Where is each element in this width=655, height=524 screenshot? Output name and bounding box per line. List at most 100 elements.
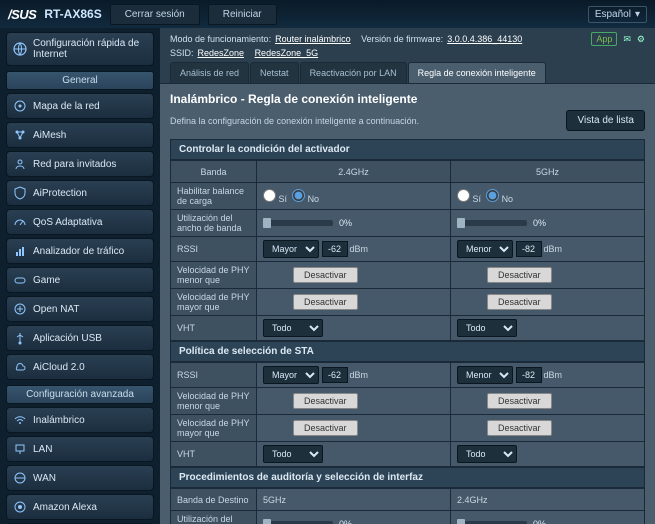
app-link[interactable]: App <box>591 32 617 46</box>
row-vht-label: VHT <box>171 316 257 341</box>
tab-bar: Análisis de red Netstat Reactivación por… <box>160 62 655 84</box>
page-description: Defina la configuración de conexión inte… <box>170 116 419 126</box>
sidebar-section-general: General <box>6 71 154 90</box>
audit-bw-value-24: 0% <box>339 519 352 524</box>
language-selector[interactable]: Español ▾ <box>588 6 647 23</box>
row-phymax2-label: Velocidad de PHY mayor que <box>171 415 257 442</box>
rssi-op-5[interactable]: Menor que <box>457 240 513 258</box>
vht-5-select[interactable]: Todo <box>457 319 517 337</box>
usb-icon <box>13 331 27 345</box>
bw-slider-5[interactable] <box>457 220 527 226</box>
sidebar-item-aicloud[interactable]: AiCloud 2.0 <box>6 354 154 380</box>
row-phymin2-label: Velocidad de PHY menor que <box>171 388 257 415</box>
sidebar-item-usb[interactable]: Aplicación USB <box>6 325 154 351</box>
sidebar: Configuración rápida de Internet General… <box>0 28 160 524</box>
tab-netstat[interactable]: Netstat <box>250 62 299 83</box>
bw-slider-24[interactable] <box>263 220 333 226</box>
sta-rssi-op-24[interactable]: Mayor que <box>263 366 319 384</box>
cloud-icon <box>13 360 27 374</box>
info-bar: Modo de funcionamiento: Router inalámbri… <box>160 28 655 62</box>
map-icon <box>13 99 27 113</box>
row-bw-label: Utilización del ancho de banda <box>171 210 257 237</box>
sidebar-item-opennat[interactable]: Open NAT <box>6 296 154 322</box>
reboot-button[interactable]: Reiniciar <box>208 4 277 25</box>
bw-value-5: 0% <box>533 218 546 228</box>
sidebar-item-label: AiMesh <box>33 130 66 141</box>
audit-bw-value-5: 0% <box>533 519 546 524</box>
phymax-24-button[interactable]: Desactivar <box>293 294 358 310</box>
settings-panel: Inalámbrico - Regla de conexión intelige… <box>160 84 655 524</box>
guest-icon <box>13 157 27 171</box>
sidebar-item-alexa[interactable]: Amazon Alexa <box>6 494 154 520</box>
sta-rssi-val-5[interactable] <box>516 367 542 383</box>
sta-rssi-op-5[interactable]: Menor que <box>457 366 513 384</box>
loadbal-5-no[interactable]: No <box>486 194 513 204</box>
sta-phymin-5-button[interactable]: Desactivar <box>487 393 552 409</box>
sidebar-item-wan[interactable]: WAN <box>6 465 154 491</box>
rssi-val-5[interactable] <box>516 241 542 257</box>
section-trigger-condition: Controlar la condición del activador <box>170 139 645 160</box>
rssi-op-24[interactable]: Mayor que <box>263 240 319 258</box>
sidebar-item-wireless[interactable]: Inalámbrico <box>6 407 154 433</box>
phymin-5-button[interactable]: Desactivar <box>487 267 552 283</box>
tools-icon[interactable]: ⚙ <box>637 34 645 45</box>
vht-24-select[interactable]: Todo <box>263 319 323 337</box>
col-24ghz: 2.4GHz <box>257 161 451 183</box>
tab-smart-connect[interactable]: Regla de conexión inteligente <box>408 62 546 83</box>
loadbal-5-yes[interactable]: Sí <box>457 194 481 204</box>
sidebar-item-label: Open NAT <box>33 304 80 315</box>
ssid-1[interactable]: RedesZone <box>198 48 245 58</box>
rssi-val-24[interactable] <box>322 241 348 257</box>
mode-value-link[interactable]: Router inalámbrico <box>275 34 351 44</box>
sidebar-item-network-map[interactable]: Mapa de la red <box>6 93 154 119</box>
tab-wol[interactable]: Reactivación por LAN <box>300 62 407 83</box>
sidebar-item-quick-setup[interactable]: Configuración rápida de Internet <box>6 32 154 66</box>
sidebar-item-label: Aplicación USB <box>33 333 102 344</box>
logout-button[interactable]: Cerrar sesión <box>110 4 200 25</box>
list-view-button[interactable]: Vista de lista <box>566 110 645 131</box>
sidebar-item-game[interactable]: Game <box>6 267 154 293</box>
wifi-icon <box>13 413 27 427</box>
sidebar-item-label: Configuración rápida de Internet <box>33 38 147 60</box>
sta-table: RSSI Mayor que dBm Menor que dBm Velocid… <box>170 362 645 467</box>
audit-table: Banda de Destino5GHz2.4GHz Utilización d… <box>170 488 645 524</box>
sidebar-item-lan[interactable]: LAN <box>6 436 154 462</box>
sidebar-item-label: Game <box>33 275 60 286</box>
sidebar-section-advanced: Configuración avanzada <box>6 385 154 404</box>
row-band-label: Banda <box>171 161 257 183</box>
firmware-value-link[interactable]: 3.0.0.4.386_44130 <box>447 34 522 44</box>
sidebar-item-qos[interactable]: QoS Adaptativa <box>6 209 154 235</box>
row-rssi-label: RSSI <box>171 237 257 262</box>
destband-5: 2.4GHz <box>451 489 645 511</box>
sidebar-item-guest-network[interactable]: Red para invitados <box>6 151 154 177</box>
page-title: Inalámbrico - Regla de conexión intelige… <box>170 92 645 106</box>
phymax-5-button[interactable]: Desactivar <box>487 294 552 310</box>
destband-24: 5GHz <box>257 489 451 511</box>
lan-icon <box>13 442 27 456</box>
feedback-icon[interactable]: ✉ <box>623 34 631 45</box>
loadbal-24-no[interactable]: No <box>292 194 319 204</box>
section-sta-policy: Política de selección de STA <box>170 341 645 362</box>
tab-network-analysis[interactable]: Análisis de red <box>170 62 249 83</box>
loadbal-24-yes[interactable]: Sí <box>263 194 287 204</box>
sidebar-item-label: LAN <box>33 444 52 455</box>
sidebar-item-traffic[interactable]: Analizador de tráfico <box>6 238 154 264</box>
sidebar-item-aiprotection[interactable]: AiProtection <box>6 180 154 206</box>
sta-phymax-5-button[interactable]: Desactivar <box>487 420 552 436</box>
col-5ghz: 5GHz <box>451 161 645 183</box>
sta-phymin-24-button[interactable]: Desactivar <box>293 393 358 409</box>
sta-vht-5-select[interactable]: Todo <box>457 445 517 463</box>
ssid-2[interactable]: RedesZone_5G <box>255 48 319 58</box>
sta-phymax-24-button[interactable]: Desactivar <box>293 420 358 436</box>
model-name: RT-AX86S <box>44 7 101 21</box>
phymin-24-button[interactable]: Desactivar <box>293 267 358 283</box>
sta-vht-24-select[interactable]: Todo <box>263 445 323 463</box>
sidebar-item-label: AiCloud 2.0 <box>33 362 85 373</box>
sidebar-item-label: Red para invitados <box>33 159 116 170</box>
sta-rssi-val-24[interactable] <box>322 367 348 383</box>
sidebar-item-label: Analizador de tráfico <box>33 246 124 257</box>
sidebar-item-label: QoS Adaptativa <box>33 217 103 228</box>
row-rssi2-label: RSSI <box>171 363 257 388</box>
sidebar-item-aimesh[interactable]: AiMesh <box>6 122 154 148</box>
gauge-icon <box>13 215 27 229</box>
